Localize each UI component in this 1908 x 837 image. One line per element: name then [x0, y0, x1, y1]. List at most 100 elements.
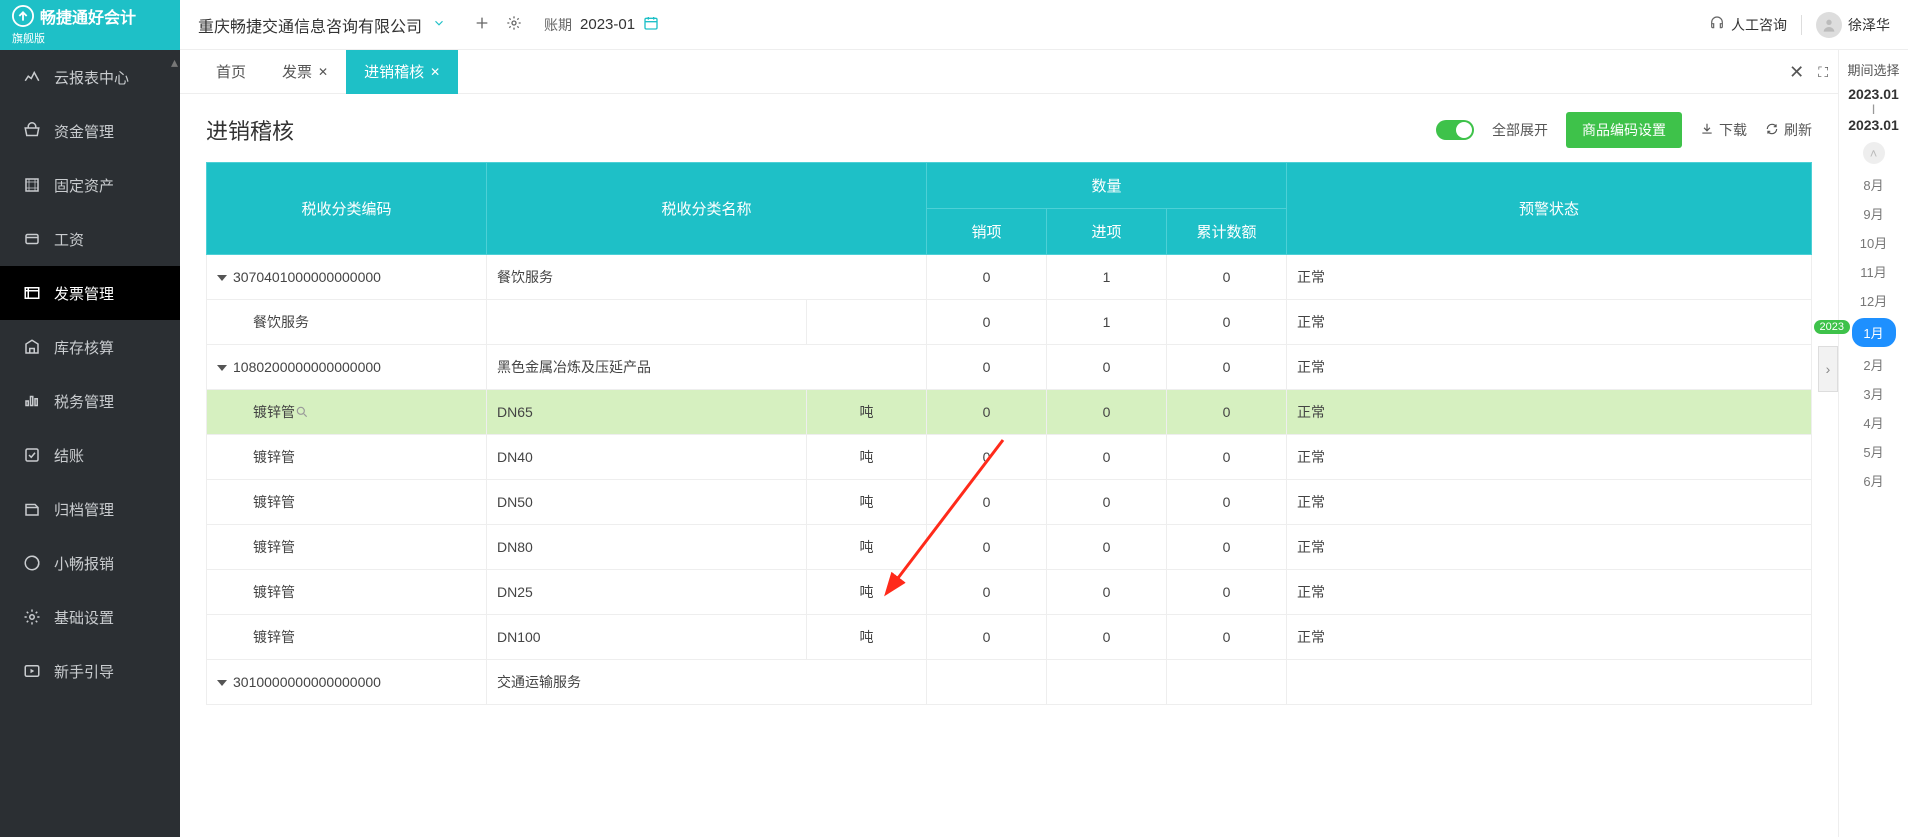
rail-month[interactable]: 6月	[1839, 466, 1908, 495]
sidebar-item-5[interactable]: 库存核算	[0, 320, 180, 374]
period-rail: 期间选择 2023.01 | 2023.01 ˄ 8月9月10月11月12月1月…	[1838, 50, 1908, 837]
cell-sales: 0	[927, 525, 1047, 570]
sidebar-item-7[interactable]: 结账	[0, 428, 180, 482]
sidebar-item-1[interactable]: 资金管理	[0, 104, 180, 158]
table-row[interactable]: 镀锌管DN25吨000正常	[207, 570, 1812, 615]
sidebar-icon	[22, 230, 42, 248]
download-button[interactable]: 下载	[1700, 120, 1747, 140]
table-row[interactable]: 镀锌管DN100吨000正常	[207, 615, 1812, 660]
brand: 畅捷通好会计 旗舰版	[0, 0, 180, 50]
fullscreen-icon[interactable]: ⛶	[1818, 64, 1828, 81]
settings-icon[interactable]	[506, 15, 522, 34]
add-icon[interactable]	[474, 15, 490, 34]
cell-name: DN65	[487, 390, 807, 435]
cell-code: 餐饮服务	[207, 300, 487, 345]
refresh-button[interactable]: 刷新	[1765, 120, 1812, 140]
product-code-settings-button[interactable]: 商品编码设置	[1566, 112, 1682, 148]
close-tab-icon[interactable]: ✕	[1789, 62, 1804, 83]
table-row[interactable]: 1080200000000000000黑色金属冶炼及压延产品000正常	[207, 345, 1812, 390]
sidebar-icon	[22, 608, 42, 626]
sidebar-item-10[interactable]: 基础设置	[0, 590, 180, 644]
caret-down-icon[interactable]	[217, 275, 227, 281]
brand-logo-icon	[12, 5, 34, 27]
tab-close-icon[interactable]: ✕	[430, 65, 440, 79]
tab-close-icon[interactable]: ✕	[318, 65, 328, 79]
table-row[interactable]: 镀锌管DN80吨000正常	[207, 525, 1812, 570]
expand-toggle[interactable]	[1436, 120, 1474, 140]
table-row[interactable]: 3070401000000000000餐饮服务010正常	[207, 255, 1812, 300]
cell-name: DN80	[487, 525, 807, 570]
cell-purchase: 0	[1047, 435, 1167, 480]
tab-2[interactable]: 进销稽核✕	[346, 50, 458, 94]
cell-code: 镀锌管	[207, 435, 487, 480]
rail-month[interactable]: 11月	[1839, 257, 1908, 286]
table-row[interactable]: 镀锌管DN65吨000正常	[207, 390, 1812, 435]
cell-cumulative: 0	[1167, 390, 1287, 435]
main: 首页发票✕进销稽核✕ ✕ ⛶ 进销稽核 全部展开 商品编码设置	[180, 50, 1838, 837]
table-row[interactable]: 镀锌管DN50吨000正常	[207, 480, 1812, 525]
table-row[interactable]: 餐饮服务010正常	[207, 300, 1812, 345]
cell-unit: 吨	[807, 435, 927, 480]
cell-name: DN25	[487, 570, 807, 615]
th-name: 税收分类名称	[487, 163, 927, 255]
period-value: 2023-01	[580, 16, 635, 33]
cell-code: 1080200000000000000	[207, 345, 487, 390]
sidebar-item-11[interactable]: 新手引导	[0, 644, 180, 698]
cell-alert: 正常	[1287, 525, 1812, 570]
rail-month[interactable]: 12月	[1839, 286, 1908, 315]
rail-month[interactable]: 2月	[1839, 350, 1908, 379]
rail-year-badge: 2023	[1814, 320, 1850, 334]
consult-link[interactable]: 人工咨询	[1709, 15, 1787, 35]
page-title: 进销稽核	[206, 114, 294, 146]
cell-alert: 正常	[1287, 435, 1812, 480]
collapse-handle[interactable]: ›	[1818, 346, 1838, 392]
cell-cumulative: 0	[1167, 435, 1287, 480]
cell-alert: 正常	[1287, 255, 1812, 300]
company-dropdown-icon[interactable]	[432, 16, 446, 33]
rail-month[interactable]: 10月	[1839, 228, 1908, 257]
th-qty: 数量	[927, 163, 1287, 209]
rail-month[interactable]: 1月2023	[1852, 318, 1896, 347]
table-row[interactable]: 镀锌管DN40吨000正常	[207, 435, 1812, 480]
cell-sales: 0	[927, 615, 1047, 660]
page-header: 进销稽核 全部展开 商品编码设置 下载 刷	[180, 94, 1838, 162]
sidebar-item-8[interactable]: 归档管理	[0, 482, 180, 536]
cell-alert: 正常	[1287, 570, 1812, 615]
headset-icon	[1709, 15, 1725, 34]
search-icon[interactable]	[295, 406, 309, 422]
cell-code: 镀锌管	[207, 570, 487, 615]
table-row[interactable]: 3010000000000000000交通运输服务	[207, 660, 1812, 705]
tab-0[interactable]: 首页	[198, 50, 264, 94]
cell-alert: 正常	[1287, 615, 1812, 660]
user-menu[interactable]: 徐泽华	[1816, 12, 1890, 38]
cell-purchase	[1047, 660, 1167, 705]
scroll-up-icon[interactable]: ▴	[171, 54, 178, 71]
cell-unit	[807, 300, 927, 345]
th-purchase: 进项	[1047, 209, 1167, 255]
sidebar-item-label: 归档管理	[54, 499, 114, 520]
rail-scroll-up-icon[interactable]: ˄	[1863, 142, 1885, 164]
sidebar-item-4[interactable]: 发票管理	[0, 266, 180, 320]
sidebar-item-3[interactable]: 工资	[0, 212, 180, 266]
cell-cumulative: 0	[1167, 255, 1287, 300]
audit-table: 税收分类编码 税收分类名称 数量 预警状态 销项 进项 累计数额 3070401…	[206, 162, 1812, 705]
rail-month[interactable]: 8月	[1839, 170, 1908, 199]
caret-down-icon[interactable]	[217, 365, 227, 371]
sidebar-item-6[interactable]: 税务管理	[0, 374, 180, 428]
cell-sales: 0	[927, 570, 1047, 615]
sidebar-icon	[22, 554, 42, 572]
rail-month[interactable]: 4月	[1839, 408, 1908, 437]
rail-month[interactable]: 9月	[1839, 199, 1908, 228]
tab-label: 发票	[282, 61, 312, 82]
calendar-icon[interactable]	[643, 15, 659, 34]
caret-down-icon[interactable]	[217, 680, 227, 686]
sidebar-item-0[interactable]: 云报表中心	[0, 50, 180, 104]
rail-from: 2023.01	[1848, 85, 1899, 103]
sidebar-item-2[interactable]: 固定资产	[0, 158, 180, 212]
sidebar-item-9[interactable]: 小畅报销	[0, 536, 180, 590]
rail-month[interactable]: 3月	[1839, 379, 1908, 408]
tab-1[interactable]: 发票 ✕	[264, 50, 346, 94]
cell-sales: 0	[927, 435, 1047, 480]
brand-name: 畅捷通好会计	[40, 4, 136, 28]
rail-month[interactable]: 5月	[1839, 437, 1908, 466]
